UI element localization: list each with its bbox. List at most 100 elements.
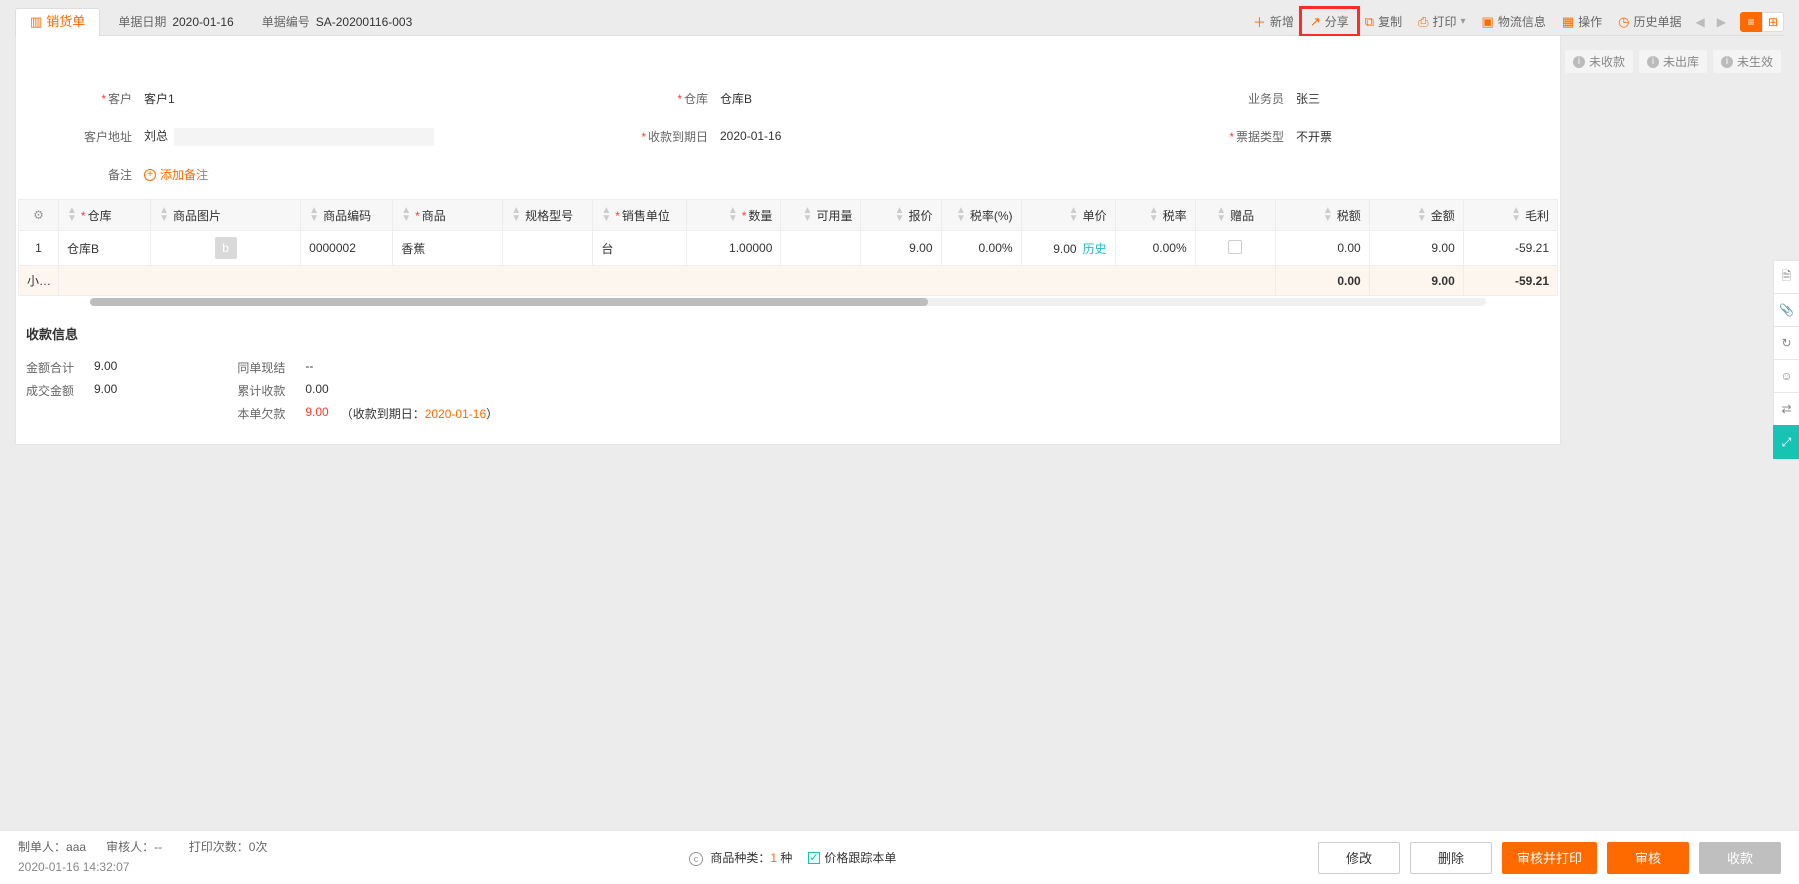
col-warehouse[interactable]: ▲▼*仓库: [59, 200, 151, 231]
gift-checkbox[interactable]: [1228, 240, 1242, 254]
form-grid: *客户 客户1 *仓库 仓库B 业务员 张三 客户地址 刘总 *收款到期日 20…: [16, 50, 1560, 185]
col-taxamount[interactable]: ▲▼税额: [1275, 200, 1369, 231]
cell-profit: -59.21: [1463, 231, 1557, 266]
add-remark-button[interactable]: +添加备注: [144, 166, 604, 184]
approve-button[interactable]: 审核: [1607, 842, 1689, 874]
plus-circle-icon: +: [144, 169, 156, 181]
footer-actions: 修改 删除 审核并打印 审核 收款: [1318, 842, 1781, 874]
scrollbar-thumb[interactable]: [90, 298, 928, 306]
cell-code[interactable]: 0000002: [301, 231, 393, 266]
col-taxrate-pct[interactable]: ▲▼税率(%): [941, 200, 1021, 231]
share-button[interactable]: ↗分享: [1304, 11, 1355, 32]
col-profit[interactable]: ▲▼毛利: [1463, 200, 1557, 231]
table-row[interactable]: 1 仓库B b 0000002 香蕉 台 1.00000 9.00 0.00% …: [19, 231, 1558, 266]
col-available[interactable]: ▲▼可用量: [781, 200, 861, 231]
view-list-button[interactable]: ≡: [1740, 12, 1762, 32]
prev-record-button[interactable]: ◀: [1692, 15, 1709, 29]
salesman-value[interactable]: 张三: [1296, 90, 1540, 107]
accum-value: 0.00: [305, 382, 328, 399]
new-button[interactable]: ＋新增: [1247, 10, 1300, 33]
cell-taxratepct[interactable]: 0.00%: [941, 231, 1021, 266]
salesman-label: 业务员: [1188, 90, 1288, 107]
date-label: 单据日期: [118, 13, 166, 30]
cell-gift[interactable]: [1195, 231, 1275, 266]
col-price[interactable]: ▲▼单价: [1021, 200, 1115, 231]
side-note-button[interactable]: 🗎: [1773, 260, 1799, 294]
duedate-value[interactable]: 2020-01-16: [720, 129, 1180, 143]
operate-button[interactable]: ▦操作: [1556, 11, 1608, 32]
topbar: ▥ 销货单 单据日期 2020-01-16 单据编号 SA-20200116-0…: [15, 8, 1784, 36]
print-button[interactable]: ⎙打印▾: [1412, 11, 1471, 32]
accum-label: 累计收款: [237, 382, 293, 399]
transfer-icon: ⇄: [1781, 402, 1791, 416]
user-icon: ☺: [1780, 369, 1792, 383]
view-toggle: ≡ ⊞: [1740, 12, 1784, 32]
gear-icon: ⚙: [33, 208, 44, 222]
tab-active[interactable]: ▥ 销货单: [15, 8, 100, 36]
history-button[interactable]: ◷历史单据: [1612, 11, 1687, 32]
copy-icon: ⧉: [1365, 14, 1374, 30]
info-icon: i: [1647, 56, 1659, 68]
cell-saleunit[interactable]: 台: [593, 231, 687, 266]
owe-value: 9.00: [305, 405, 328, 422]
side-transfer-button[interactable]: ⇄: [1773, 392, 1799, 426]
col-taxrate[interactable]: ▲▼税率: [1115, 200, 1195, 231]
col-quote[interactable]: ▲▼报价: [861, 200, 941, 231]
cell-spec[interactable]: [503, 231, 593, 266]
customer-value[interactable]: 客户1: [144, 90, 604, 107]
checkbox-checked-icon: [808, 852, 820, 864]
col-code[interactable]: ▲▼商品编码: [301, 200, 393, 231]
col-image[interactable]: ▲▼商品图片: [151, 200, 301, 231]
side-user-button[interactable]: ☺: [1773, 359, 1799, 393]
price-history-link[interactable]: 历史: [1083, 242, 1107, 256]
modify-button[interactable]: 修改: [1318, 842, 1400, 874]
side-refresh-button[interactable]: ↻: [1773, 326, 1799, 360]
address-masked: [174, 128, 434, 146]
col-amount[interactable]: ▲▼金额: [1369, 200, 1463, 231]
cell-qty[interactable]: 1.00000: [687, 231, 781, 266]
side-attach-button[interactable]: 📎: [1773, 293, 1799, 327]
ticket-value[interactable]: 不开票: [1296, 128, 1540, 145]
col-spec[interactable]: ▲▼规格型号: [503, 200, 593, 231]
address-value[interactable]: 刘总: [144, 127, 604, 146]
doc-icon: ▥: [30, 8, 42, 36]
col-product[interactable]: ▲▼*商品: [393, 200, 503, 231]
grid-icon: ▦: [1562, 14, 1574, 30]
cell-image[interactable]: b: [151, 231, 301, 266]
owe-suffix: （收款到期日：2020-01-16）: [341, 405, 498, 422]
delete-button[interactable]: 删除: [1410, 842, 1492, 874]
cash-value: --: [305, 359, 313, 376]
chevron-down-icon: ▾: [1461, 16, 1466, 27]
subtotal-profit: -59.21: [1463, 266, 1557, 296]
col-gear[interactable]: ⚙: [19, 200, 59, 231]
cell-quote[interactable]: 9.00: [861, 231, 941, 266]
approve-print-button[interactable]: 审核并打印: [1502, 842, 1597, 874]
subtotal-row: 小计 0.00 9.00 -59.21: [19, 266, 1558, 296]
price-follow-checkbox[interactable]: 价格跟踪本单: [808, 849, 896, 866]
cell-taxrate[interactable]: 0.00%: [1115, 231, 1195, 266]
logistics-button[interactable]: ▣物流信息: [1476, 11, 1552, 32]
cell-warehouse[interactable]: 仓库B: [59, 231, 151, 266]
no-label: 单据编号: [262, 13, 310, 30]
horizontal-scrollbar[interactable]: [90, 296, 1486, 308]
col-qty[interactable]: ▲▼*数量: [687, 200, 781, 231]
col-gift[interactable]: ▲▼赠品: [1195, 200, 1275, 231]
col-saleunit[interactable]: ▲▼*销售单位: [593, 200, 687, 231]
deal-label: 成交金额: [26, 382, 82, 399]
image-placeholder-icon: b: [215, 237, 237, 259]
warehouse-value[interactable]: 仓库B: [720, 90, 1180, 107]
info-icon: i: [1573, 56, 1585, 68]
subtotal-amount: 9.00: [1369, 266, 1463, 296]
side-expand-button[interactable]: ⤢: [1773, 425, 1799, 459]
warehouse-label: *仓库: [612, 90, 712, 107]
view-grid-button[interactable]: ⊞: [1762, 12, 1784, 32]
next-record-button[interactable]: ▶: [1713, 15, 1730, 29]
copy-button[interactable]: ⧉复制: [1359, 11, 1408, 32]
share-icon: ↗: [1310, 14, 1321, 30]
cell-available: [781, 231, 861, 266]
attachment-icon: 📎: [1779, 303, 1794, 317]
side-rail: 🗎 📎 ↻ ☺ ⇄ ⤢: [1773, 260, 1799, 458]
cell-price[interactable]: 9.00历史: [1021, 231, 1115, 266]
cell-idx: 1: [19, 231, 59, 266]
cell-product[interactable]: 香蕉: [393, 231, 503, 266]
